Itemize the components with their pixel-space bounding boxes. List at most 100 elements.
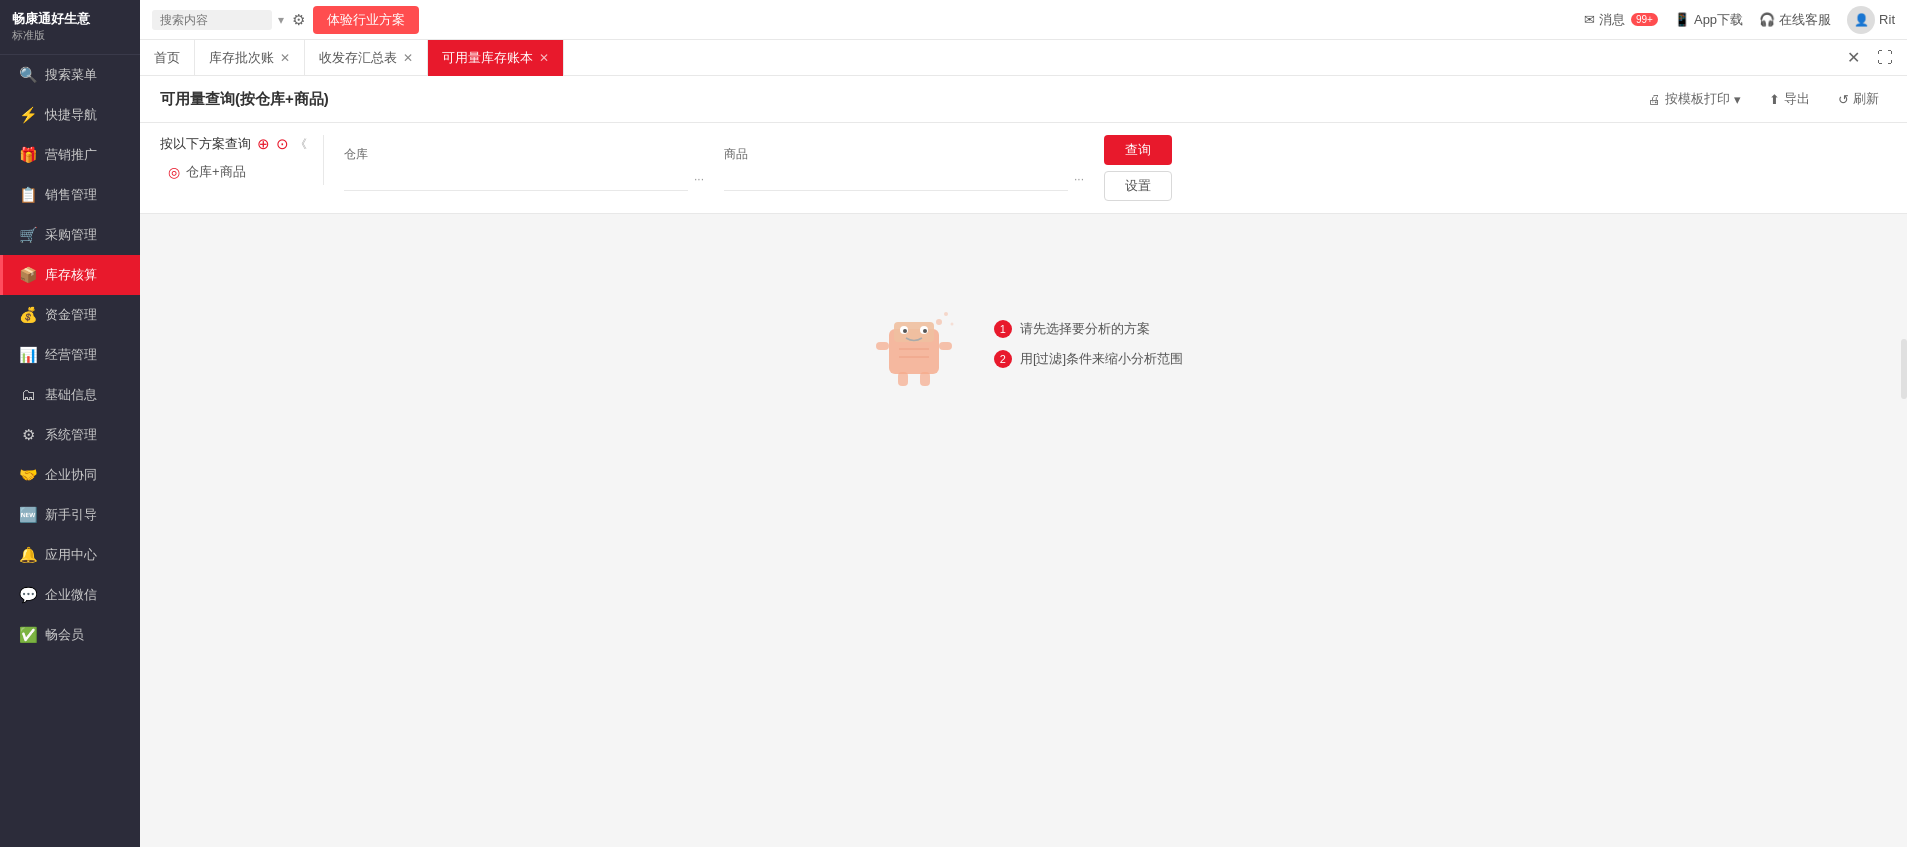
tab-batch-close[interactable]: ✕ — [280, 51, 290, 65]
tab-summary-close[interactable]: ✕ — [403, 51, 413, 65]
scheme-circle-icon: ◎ — [168, 164, 180, 180]
product-input[interactable] — [724, 167, 1068, 191]
empty-tips: 1 请先选择要分析的方案 2 用[过滤]条件来缩小分析范围 — [994, 320, 1183, 368]
right-scrollbar[interactable] — [1901, 339, 1907, 399]
system-icon: ⚙ — [19, 426, 37, 444]
sidebar-label-members: 畅会员 — [45, 626, 84, 644]
tab-batch[interactable]: 库存批次账 ✕ — [195, 40, 305, 76]
svg-rect-1 — [894, 322, 934, 342]
page-actions: 🖨 按模板打印 ▾ ⬆ 导出 ↺ 刷新 — [1640, 86, 1887, 112]
top-header-right: ✉ 消息 99+ 📱 App下载 🎧 在线客服 👤 Rit — [1584, 6, 1895, 34]
sidebar-item-marketing[interactable]: 🎁 营销推广 — [0, 135, 140, 175]
sidebar-item-wechat[interactable]: 💬 企业微信 — [0, 575, 140, 615]
top-header-left: ▾ ⚙ 体验行业方案 — [152, 6, 1576, 34]
warehouse-input[interactable] — [344, 167, 688, 191]
sidebar-item-shortcut[interactable]: ⚡ 快捷导航 — [0, 95, 140, 135]
svg-point-13 — [944, 312, 948, 316]
product-label: 商品 — [724, 146, 1084, 163]
trial-button[interactable]: 体验行业方案 — [313, 6, 419, 34]
sidebar-item-inventory[interactable]: 📦 库存核算 — [0, 255, 140, 295]
print-icon: 🖨 — [1648, 92, 1661, 107]
svg-point-12 — [936, 319, 942, 325]
sidebar-item-search[interactable]: 🔍 搜索菜单 — [0, 55, 140, 95]
tab-available[interactable]: 可用量库存账本 ✕ — [428, 40, 564, 76]
page-title: 可用量查询(按仓库+商品) — [160, 90, 329, 109]
message-icon: ✉ — [1584, 12, 1595, 27]
add-scheme-icon[interactable]: ⊕ — [257, 135, 270, 153]
sidebar-item-finance[interactable]: 💰 资金管理 — [0, 295, 140, 335]
messages-badge: 99+ — [1631, 13, 1658, 26]
sidebar-label-apps: 应用中心 — [45, 546, 97, 564]
print-button[interactable]: 🖨 按模板打印 ▾ — [1640, 86, 1749, 112]
main-area: ▾ ⚙ 体验行业方案 ✉ 消息 99+ 📱 App下载 🎧 在线客服 👤 — [140, 0, 1907, 847]
filter-right-panel: 仓库 ··· 商品 ··· 查询 设置 — [344, 135, 1887, 201]
tip-num-1: 1 — [994, 320, 1012, 338]
sales-icon: 📋 — [19, 186, 37, 204]
tab-available-close[interactable]: ✕ — [539, 51, 549, 65]
sidebar: 畅康通好生意 标准版 🔍 搜索菜单 ⚡ 快捷导航 🎁 营销推广 📋 销售管理 🛒… — [0, 0, 140, 847]
collapse-arrow-icon[interactable]: 《 — [295, 136, 307, 153]
sidebar-item-apps[interactable]: 🔔 应用中心 — [0, 535, 140, 575]
sidebar-item-enterprise[interactable]: 🤝 企业协同 — [0, 455, 140, 495]
sidebar-item-operations[interactable]: 📊 经营管理 — [0, 335, 140, 375]
inventory-icon: 📦 — [19, 266, 37, 284]
user-profile[interactable]: 👤 Rit — [1847, 6, 1895, 34]
warehouse-more-btn[interactable]: ··· — [694, 172, 704, 186]
tab-home[interactable]: 首页 — [140, 40, 195, 76]
product-more-btn[interactable]: ··· — [1074, 172, 1084, 186]
sidebar-item-basics[interactable]: 🗂 基础信息 — [0, 375, 140, 415]
gear-button[interactable]: ⚙ — [290, 9, 307, 31]
empty-state: 1 请先选择要分析的方案 2 用[过滤]条件来缩小分析范围 — [140, 214, 1907, 474]
query-button[interactable]: 查询 — [1104, 135, 1172, 165]
settings-scheme-icon[interactable]: ⊙ — [276, 135, 289, 153]
refresh-icon: ↺ — [1838, 92, 1849, 107]
sidebar-item-guide[interactable]: 🆕 新手引导 — [0, 495, 140, 535]
filter-area: 按以下方案查询 ⊕ ⊙ 《 ◎ 仓库+商品 仓库 ··· — [140, 123, 1907, 214]
sidebar-item-purchase[interactable]: 🛒 采购管理 — [0, 215, 140, 255]
messages-action[interactable]: ✉ 消息 99+ — [1584, 11, 1658, 29]
product-input-row: ··· — [724, 167, 1084, 191]
app-download-action[interactable]: 📱 App下载 — [1674, 11, 1743, 29]
filter-scheme-label: 按以下方案查询 — [160, 135, 251, 153]
warehouse-input-row: ··· — [344, 167, 704, 191]
refresh-button[interactable]: ↺ 刷新 — [1830, 86, 1887, 112]
sidebar-label-basics: 基础信息 — [45, 386, 97, 404]
empty-illustration — [864, 294, 964, 394]
warehouse-filter-field: 仓库 ··· — [344, 146, 704, 191]
tab-summary[interactable]: 收发存汇总表 ✕ — [305, 40, 428, 76]
company-name: 畅康通好生意 — [12, 10, 128, 28]
apps-icon: 🔔 — [19, 546, 37, 564]
phone-icon: 📱 — [1674, 12, 1690, 27]
sidebar-label-system: 系统管理 — [45, 426, 97, 444]
sidebar-label-operations: 经营管理 — [45, 346, 97, 364]
scheme-item[interactable]: ◎ 仓库+商品 — [160, 159, 254, 185]
top-header: ▾ ⚙ 体验行业方案 ✉ 消息 99+ 📱 App下载 🎧 在线客服 👤 — [140, 0, 1907, 40]
wechat-icon: 💬 — [19, 586, 37, 604]
tip-text-1: 请先选择要分析的方案 — [1020, 320, 1150, 338]
sidebar-label-finance: 资金管理 — [45, 306, 97, 324]
tip-num-2: 2 — [994, 350, 1012, 368]
tabs-expand-button[interactable]: ⛶ — [1871, 44, 1899, 72]
svg-rect-10 — [898, 372, 908, 386]
settings-button[interactable]: 设置 — [1104, 171, 1172, 201]
sidebar-item-sales[interactable]: 📋 销售管理 — [0, 175, 140, 215]
sidebar-label-guide: 新手引导 — [45, 506, 97, 524]
user-name: Rit — [1879, 12, 1895, 27]
sidebar-item-system[interactable]: ⚙ 系统管理 — [0, 415, 140, 455]
tab-available-label: 可用量库存账本 — [442, 49, 533, 67]
export-button[interactable]: ⬆ 导出 — [1761, 86, 1818, 112]
sidebar-logo: 畅康通好生意 标准版 — [0, 0, 140, 55]
tip-text-2: 用[过滤]条件来缩小分析范围 — [1020, 350, 1183, 368]
empty-tip-1: 1 请先选择要分析的方案 — [994, 320, 1183, 338]
filter-actions: 查询 设置 — [1104, 135, 1172, 201]
sidebar-label-wechat: 企业微信 — [45, 586, 97, 604]
members-icon: ✅ — [19, 626, 37, 644]
dropdown-arrow-icon[interactable]: ▾ — [278, 13, 284, 27]
operations-icon: 📊 — [19, 346, 37, 364]
tabs-close-button[interactable]: ✕ — [1839, 44, 1867, 72]
online-service-action[interactable]: 🎧 在线客服 — [1759, 11, 1831, 29]
breadcrumb-input[interactable] — [152, 10, 272, 30]
sidebar-label-enterprise: 企业协同 — [45, 466, 97, 484]
svg-point-5 — [923, 329, 927, 333]
sidebar-item-members[interactable]: ✅ 畅会员 — [0, 615, 140, 655]
